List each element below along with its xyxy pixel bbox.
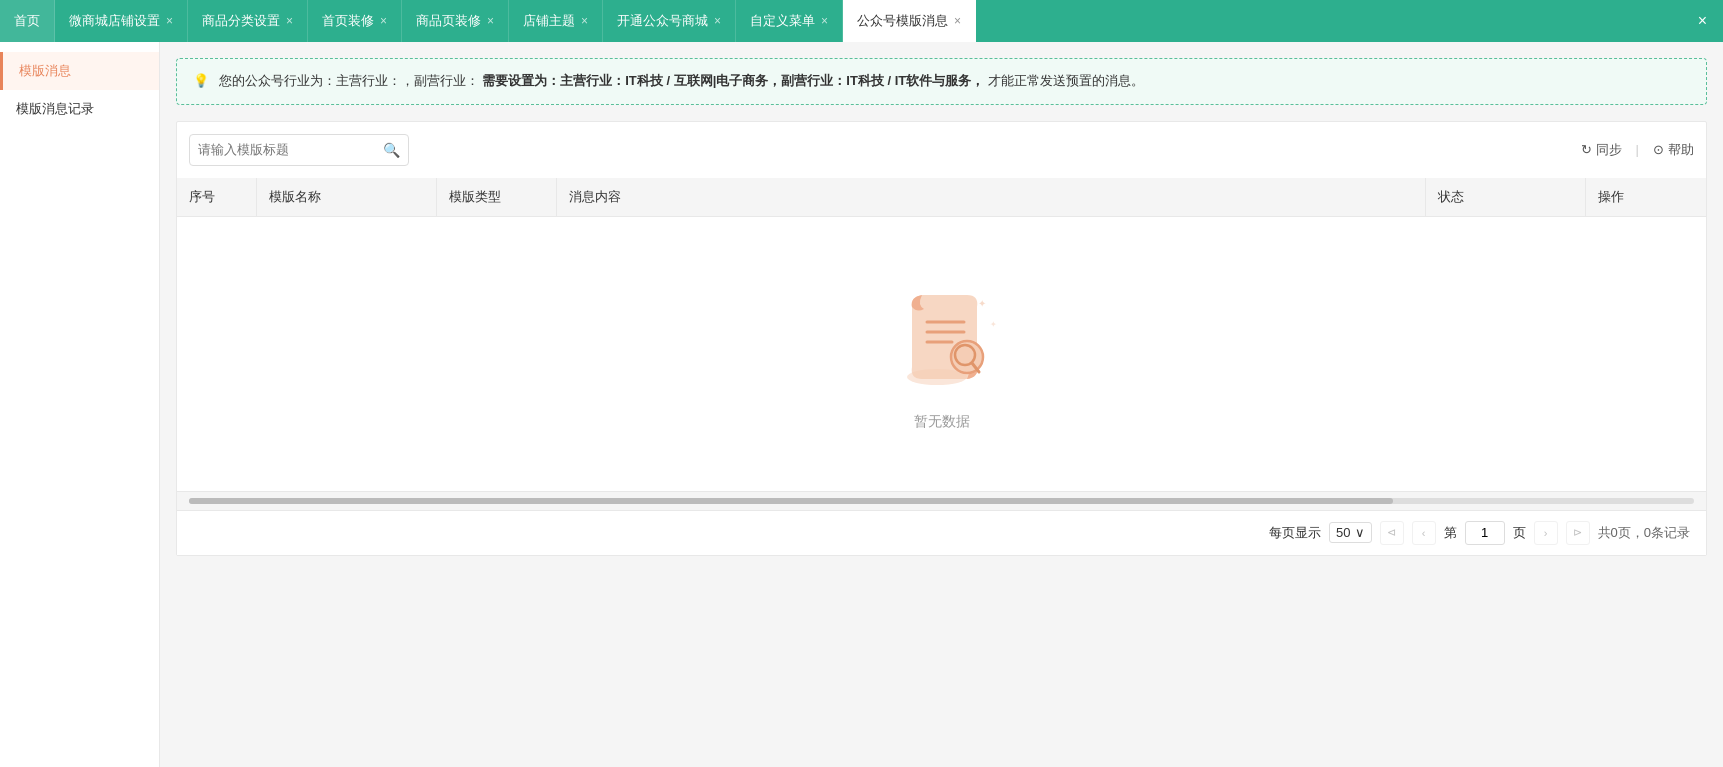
- table-header: 序号 模版名称 模版类型 消息内容 状态 操作: [177, 178, 1706, 217]
- svg-text:✦: ✦: [990, 320, 997, 329]
- col-type: 模版类型: [437, 178, 557, 216]
- notice-text-prefix: 您的公众号行业为：主营行业：，副营行业：: [219, 73, 479, 88]
- nav-tab-home-decor[interactable]: 首页装修 ×: [308, 0, 402, 42]
- sidebar-item-template-msg-log[interactable]: 模版消息记录: [0, 90, 159, 128]
- close-product-category-icon[interactable]: ×: [286, 14, 293, 28]
- nav-tab-wsc-shop-label: 微商城店铺设置: [69, 12, 160, 30]
- horizontal-scrollbar[interactable]: [189, 498, 1694, 504]
- nav-tab-template-msg[interactable]: 公众号模版消息 ×: [843, 0, 976, 42]
- page-size-select[interactable]: 50 ∨: [1329, 522, 1371, 543]
- search-bar: 🔍 ↻ 同步 | ⊙ 帮助: [189, 134, 1694, 166]
- sidebar-item-template-msg[interactable]: 模版消息: [0, 52, 159, 90]
- nav-tab-shop-theme[interactable]: 店铺主题 ×: [509, 0, 603, 42]
- nav-tab-custom-menu-label: 自定义菜单: [750, 12, 815, 30]
- sidebar-item-template-msg-label: 模版消息: [19, 63, 71, 78]
- nav-tab-product-category[interactable]: 商品分类设置 ×: [188, 0, 308, 42]
- close-custom-menu-icon[interactable]: ×: [821, 14, 828, 28]
- global-close-icon[interactable]: ×: [1682, 12, 1723, 30]
- page-label-before: 第: [1444, 524, 1457, 542]
- col-seq: 序号: [177, 178, 257, 216]
- search-input-wrap: 🔍: [189, 134, 409, 166]
- search-icon[interactable]: 🔍: [383, 142, 400, 158]
- help-button[interactable]: ⊙ 帮助: [1653, 141, 1694, 159]
- nav-tab-template-msg-label: 公众号模版消息: [857, 12, 948, 30]
- pagination: 每页显示 50 ∨ ⊲ ‹ 第 1 页 › ⊳ 共0页，0条记录: [177, 510, 1706, 555]
- notice-text-highlight: 需要设置为：主营行业：IT科技 / 互联网|电子商务，副营行业：IT科技 / I…: [482, 73, 984, 88]
- sync-button[interactable]: ↻ 同步: [1581, 141, 1622, 159]
- scrollbar-thumb: [189, 498, 1393, 504]
- help-icon: ⊙: [1653, 142, 1664, 157]
- nav-tab-wsc-shop[interactable]: 微商城店铺设置 ×: [55, 0, 188, 42]
- page-size-dropdown-icon: ∨: [1355, 525, 1365, 540]
- page-next-button[interactable]: ›: [1534, 521, 1558, 545]
- content-area: 💡 您的公众号行业为：主营行业：，副营行业： 需要设置为：主营行业：IT科技 /…: [160, 42, 1723, 767]
- nav-tab-home-label: 首页: [14, 12, 40, 30]
- search-input[interactable]: [198, 142, 383, 157]
- sidebar-item-template-msg-log-label: 模版消息记录: [16, 101, 94, 116]
- page-prev-button[interactable]: ‹: [1412, 521, 1436, 545]
- page-number-input[interactable]: 1: [1465, 521, 1505, 545]
- col-status: 状态: [1426, 178, 1586, 216]
- page-last-button[interactable]: ⊳: [1566, 521, 1590, 545]
- page-label-after: 页: [1513, 524, 1526, 542]
- search-section: 🔍 ↻ 同步 | ⊙ 帮助: [177, 122, 1706, 166]
- page-total: 共0页，0条记录: [1598, 524, 1690, 542]
- page-first-button[interactable]: ⊲: [1380, 521, 1404, 545]
- page-size-label: 每页显示: [1269, 524, 1321, 542]
- close-shop-theme-icon[interactable]: ×: [581, 14, 588, 28]
- close-open-store-icon[interactable]: ×: [714, 14, 721, 28]
- table-container: 🔍 ↻ 同步 | ⊙ 帮助: [176, 121, 1707, 556]
- nav-tab-product-decor-label: 商品页装修: [416, 12, 481, 30]
- empty-illustration: ✦ ✦: [882, 277, 1002, 397]
- nav-tab-home-decor-label: 首页装修: [322, 12, 374, 30]
- svg-text:✦: ✦: [978, 298, 986, 309]
- nav-tab-custom-menu[interactable]: 自定义菜单 ×: [736, 0, 843, 42]
- close-home-decor-icon[interactable]: ×: [380, 14, 387, 28]
- sync-icon: ↻: [1581, 142, 1592, 157]
- nav-tab-shop-theme-label: 店铺主题: [523, 12, 575, 30]
- empty-text: 暂无数据: [914, 413, 970, 431]
- search-left: 🔍: [189, 134, 409, 166]
- nav-tab-open-store[interactable]: 开通公众号商城 ×: [603, 0, 736, 42]
- notice-box: 💡 您的公众号行业为：主营行业：，副营行业： 需要设置为：主营行业：IT科技 /…: [176, 58, 1707, 105]
- sync-label: 同步: [1596, 141, 1622, 159]
- search-right: ↻ 同步 | ⊙ 帮助: [1581, 141, 1694, 159]
- page-size-value: 50: [1336, 525, 1350, 540]
- divider: |: [1636, 142, 1639, 157]
- col-name: 模版名称: [257, 178, 437, 216]
- notice-text-suffix: 才能正常发送预置的消息。: [988, 73, 1144, 88]
- main-layout: 模版消息 模版消息记录 💡 您的公众号行业为：主营行业：，副营行业： 需要设置为…: [0, 42, 1723, 767]
- scrollbar-row: [177, 491, 1706, 510]
- nav-tab-product-decor[interactable]: 商品页装修 ×: [402, 0, 509, 42]
- nav-tab-open-store-label: 开通公众号商城: [617, 12, 708, 30]
- close-product-decor-icon[interactable]: ×: [487, 14, 494, 28]
- close-template-msg-icon[interactable]: ×: [954, 14, 961, 28]
- top-nav: 首页 微商城店铺设置 × 商品分类设置 × 首页装修 × 商品页装修 × 店铺主…: [0, 0, 1723, 42]
- help-label: 帮助: [1668, 141, 1694, 159]
- nav-tab-home[interactable]: 首页: [0, 0, 55, 42]
- empty-state: ✦ ✦ 暂无数据: [177, 217, 1706, 491]
- col-content: 消息内容: [557, 178, 1426, 216]
- nav-tab-product-category-label: 商品分类设置: [202, 12, 280, 30]
- sidebar: 模版消息 模版消息记录: [0, 42, 160, 767]
- col-action: 操作: [1586, 178, 1706, 216]
- close-wsc-shop-icon[interactable]: ×: [166, 14, 173, 28]
- bulb-icon: 💡: [193, 73, 209, 88]
